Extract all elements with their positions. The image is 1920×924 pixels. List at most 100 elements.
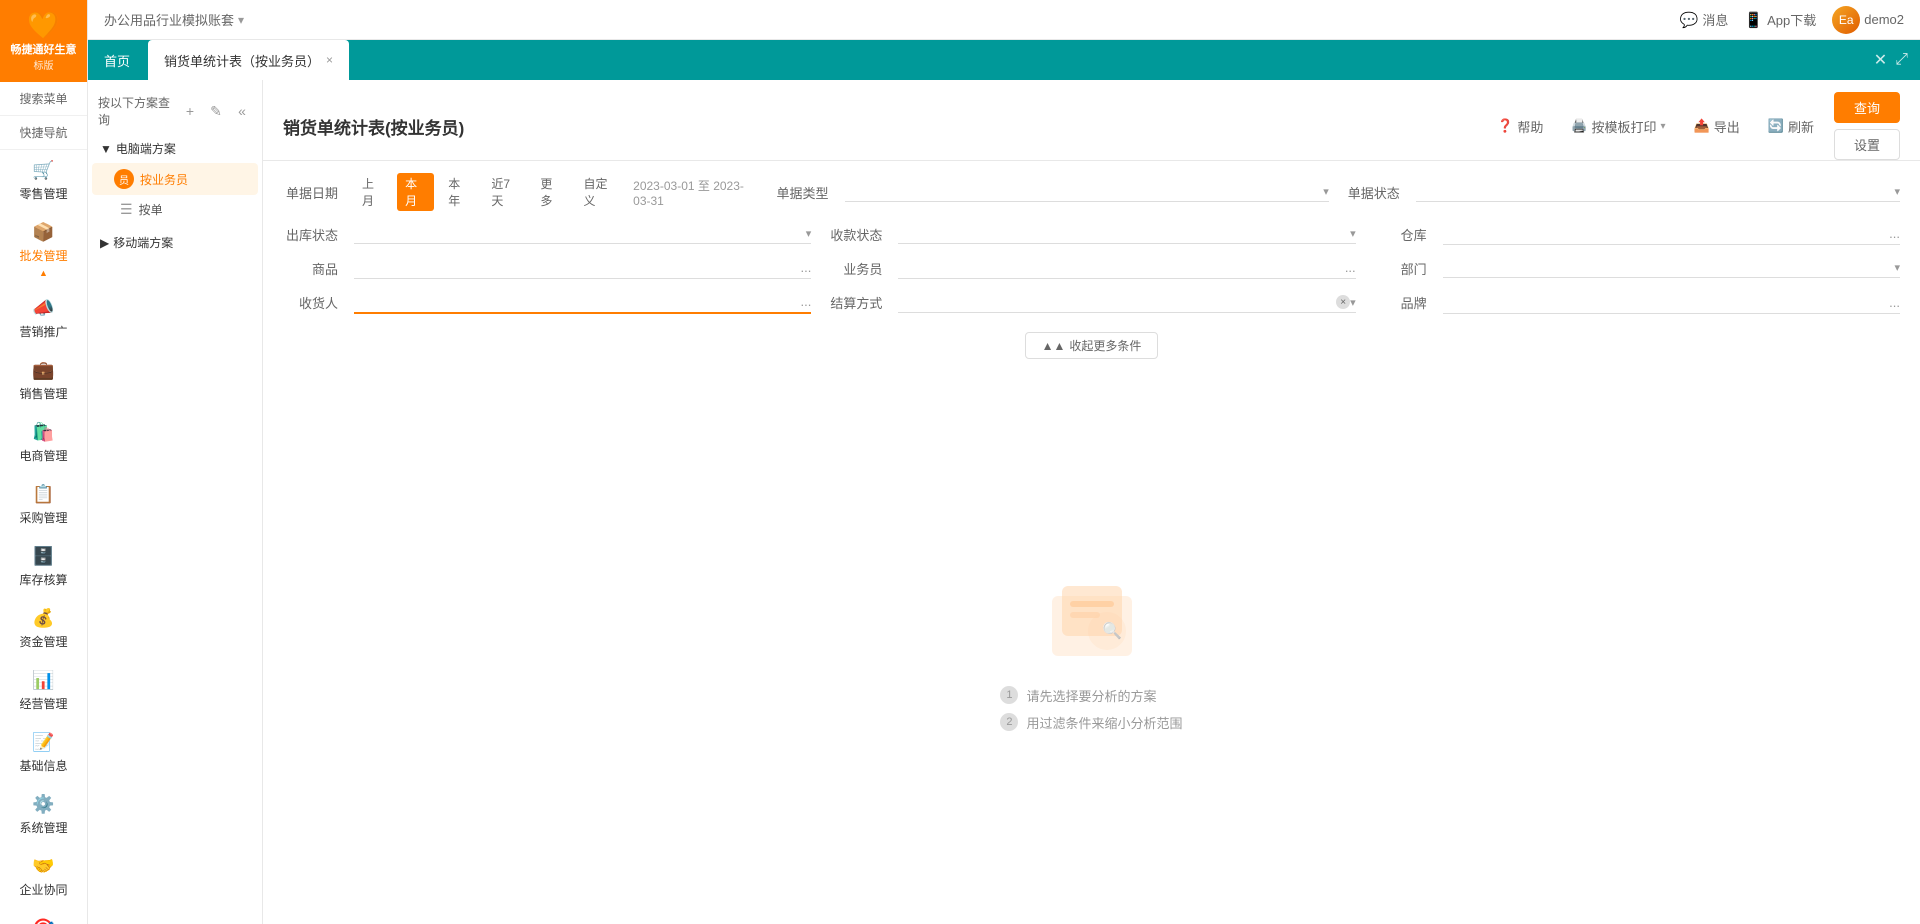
salesperson-field[interactable]: ...: [898, 257, 1355, 279]
consignee-field[interactable]: ...: [354, 291, 811, 314]
export-icon: 📤: [1694, 118, 1710, 134]
system-icon: ⚙️: [32, 794, 54, 815]
filter-row-2: 出库状态 ▾ 收款状态 ▾ 仓库 ...: [283, 223, 1900, 245]
tab-sales-stat[interactable]: 销货单统计表（按业务员） ×: [148, 40, 349, 80]
help-icon: ❓: [1497, 118, 1513, 134]
salesperson-dots[interactable]: ...: [1345, 260, 1356, 275]
export-btn[interactable]: 📤 导出: [1686, 113, 1748, 140]
scheme-order[interactable]: ☰ 按单: [92, 195, 258, 224]
sidebar-item-marketing[interactable]: 📣 营销推广: [0, 288, 87, 350]
docstatus-field[interactable]: ▾: [1416, 182, 1900, 202]
query-btn[interactable]: 查询: [1834, 92, 1900, 123]
tab-close-btn[interactable]: ×: [326, 53, 333, 67]
page-header: 销货单统计表(按业务员) ❓ 帮助 🖨️ 按模板打印 ▾ 📤 导出: [263, 80, 1920, 161]
panel-edit-btn[interactable]: ✎: [206, 101, 226, 121]
date-btn-custom[interactable]: 自定义: [575, 173, 623, 211]
tab-expand-icon[interactable]: ⤢: [1895, 51, 1908, 69]
page-header-actions: ❓ 帮助 🖨️ 按模板打印 ▾ 📤 导出 🔄 刷新: [1489, 92, 1900, 160]
main-area: 办公用品行业模拟账套 ▾ 💬 消息 📱 App下载 Ea demo2 首页 销货…: [88, 0, 1920, 924]
payment-field[interactable]: ▾: [898, 224, 1355, 244]
breadcrumb-dropdown[interactable]: ▾: [238, 13, 244, 27]
mobile-section-header[interactable]: ▶ 移动端方案: [92, 228, 258, 257]
doctype-field[interactable]: ▾: [845, 182, 1329, 202]
tab-close-window-icon[interactable]: ✕: [1874, 50, 1887, 70]
marketing-icon: 📣: [32, 298, 54, 319]
panel-header-actions: + ✎ «: [180, 101, 252, 121]
scheme-order-icon: ☰: [120, 201, 133, 218]
dept-label: 部门: [1372, 259, 1427, 278]
brand-field[interactable]: ...: [1443, 292, 1900, 314]
payment-label: 收款状态: [827, 225, 882, 244]
step-num-2: 2: [1000, 713, 1018, 731]
dept-field[interactable]: ▾: [1443, 258, 1900, 278]
scheme-salesperson[interactable]: 员 按业务员: [92, 163, 258, 195]
dept-arrow: ▾: [1894, 261, 1900, 274]
user-profile[interactable]: Ea demo2: [1832, 6, 1904, 34]
template-print-btn[interactable]: 🖨️ 按模板打印 ▾: [1563, 113, 1673, 140]
print-dropdown-arrow: ▾: [1661, 121, 1666, 132]
sidebar-item-wholesale[interactable]: 📦 批发管理 ▲: [0, 212, 87, 288]
sidebar-item-ecommerce[interactable]: 🛍️ 电商管理: [0, 412, 87, 474]
brand-dots[interactable]: ...: [1889, 295, 1900, 310]
payment-arrow: ▾: [1350, 227, 1356, 240]
date-btn-7days[interactable]: 近7天: [483, 173, 526, 211]
docstatus-label: 单据状态: [1345, 183, 1400, 202]
sidebar-item-enterprise[interactable]: 🤝 企业协同: [0, 846, 87, 908]
enterprise-icon: 🤝: [32, 856, 54, 877]
date-btn-lastmonth[interactable]: 上月: [354, 173, 391, 211]
collapse-icon: ▲▲: [1042, 339, 1066, 353]
sidebar-shortcut[interactable]: 快捷导航: [0, 116, 87, 150]
date-filter-group: 上月 本月 本年 近7天 更多 自定义 2023-03-01 至 2023-03…: [354, 173, 758, 211]
sidebar-search[interactable]: 搜索菜单: [0, 82, 87, 116]
doctype-label: 单据类型: [774, 183, 829, 202]
warehouse-dots[interactable]: ...: [1889, 226, 1900, 241]
collapse-more-btn[interactable]: ▲▲ 收起更多条件: [1025, 332, 1159, 359]
sidebar-item-basic[interactable]: 📝 基础信息: [0, 722, 87, 784]
desktop-section-header[interactable]: ▼ 电脑端方案: [92, 134, 258, 163]
refresh-btn[interactable]: 🔄 刷新: [1760, 113, 1822, 140]
consignee-dots[interactable]: ...: [800, 294, 811, 309]
sidebar-item-newuser[interactable]: 🎯 新手引导: [0, 908, 87, 924]
app-download-btn[interactable]: 📱 App下载: [1744, 10, 1816, 29]
settlement-field[interactable]: × ▾: [898, 292, 1355, 313]
sidebar-item-finance[interactable]: 💰 资金管理: [0, 598, 87, 660]
newuser-icon: 🎯: [32, 918, 54, 924]
sidebar-item-retail[interactable]: 🛒 零售管理: [0, 150, 87, 212]
panel-collapse-btn[interactable]: «: [232, 101, 252, 121]
sidebar-item-inventory[interactable]: 🗄️ 库存核算: [0, 536, 87, 598]
logo-icon: 🧡: [27, 10, 59, 41]
empty-step-2: 2 用过滤条件来缩小分析范围: [1000, 713, 1182, 732]
sidebar-item-system[interactable]: ⚙️ 系统管理: [0, 784, 87, 846]
sidebar-item-operation[interactable]: 📊 经营管理: [0, 660, 87, 722]
goods-dots[interactable]: ...: [800, 260, 811, 275]
settlement-clear-btn[interactable]: ×: [1336, 295, 1350, 309]
tab-window-actions: ✕ ⤢: [1874, 50, 1920, 70]
settings-btn[interactable]: 设置: [1834, 129, 1900, 160]
svg-text:🔍: 🔍: [1102, 620, 1122, 640]
date-btn-thismonth[interactable]: 本月: [397, 173, 434, 211]
collapse-btn-row: ▲▲ 收起更多条件: [283, 326, 1900, 361]
desktop-section: ▼ 电脑端方案 员 按业务员 ☰ 按单: [88, 134, 262, 224]
goods-field[interactable]: ...: [354, 257, 811, 279]
warehouse-field[interactable]: ...: [1443, 223, 1900, 245]
message-btn[interactable]: 💬 消息: [1680, 10, 1729, 29]
date-btn-thisyear[interactable]: 本年: [440, 173, 477, 211]
filter-row-4: 收货人 ... 结算方式 × ▾ 品牌 ...: [283, 291, 1900, 314]
date-range: 2023-03-01 至 2023-03-31: [633, 177, 757, 208]
panel-header: 按以下方案查询 + ✎ «: [88, 88, 262, 134]
message-icon: 💬: [1680, 11, 1699, 29]
filter-area: 单据日期 上月 本月 本年 近7天 更多 自定义 2023-03-01 至 20…: [263, 161, 1920, 373]
retail-icon: 🛒: [32, 160, 54, 181]
settlement-label: 结算方式: [827, 293, 882, 312]
help-btn[interactable]: ❓ 帮助: [1489, 113, 1551, 140]
sidebar-item-sales[interactable]: 💼 销售管理: [0, 350, 87, 412]
panel-add-btn[interactable]: +: [180, 101, 200, 121]
date-btn-more[interactable]: 更多: [532, 173, 569, 211]
step-num-1: 1: [1000, 686, 1018, 704]
tab-home[interactable]: 首页: [88, 40, 146, 80]
consignee-input[interactable]: [354, 294, 800, 309]
outstatus-field[interactable]: ▾: [354, 224, 811, 244]
topbar-actions: 💬 消息 📱 App下载 Ea demo2: [1680, 6, 1904, 34]
sidebar-item-purchase[interactable]: 📋 采购管理: [0, 474, 87, 536]
refresh-icon: 🔄: [1768, 118, 1784, 134]
